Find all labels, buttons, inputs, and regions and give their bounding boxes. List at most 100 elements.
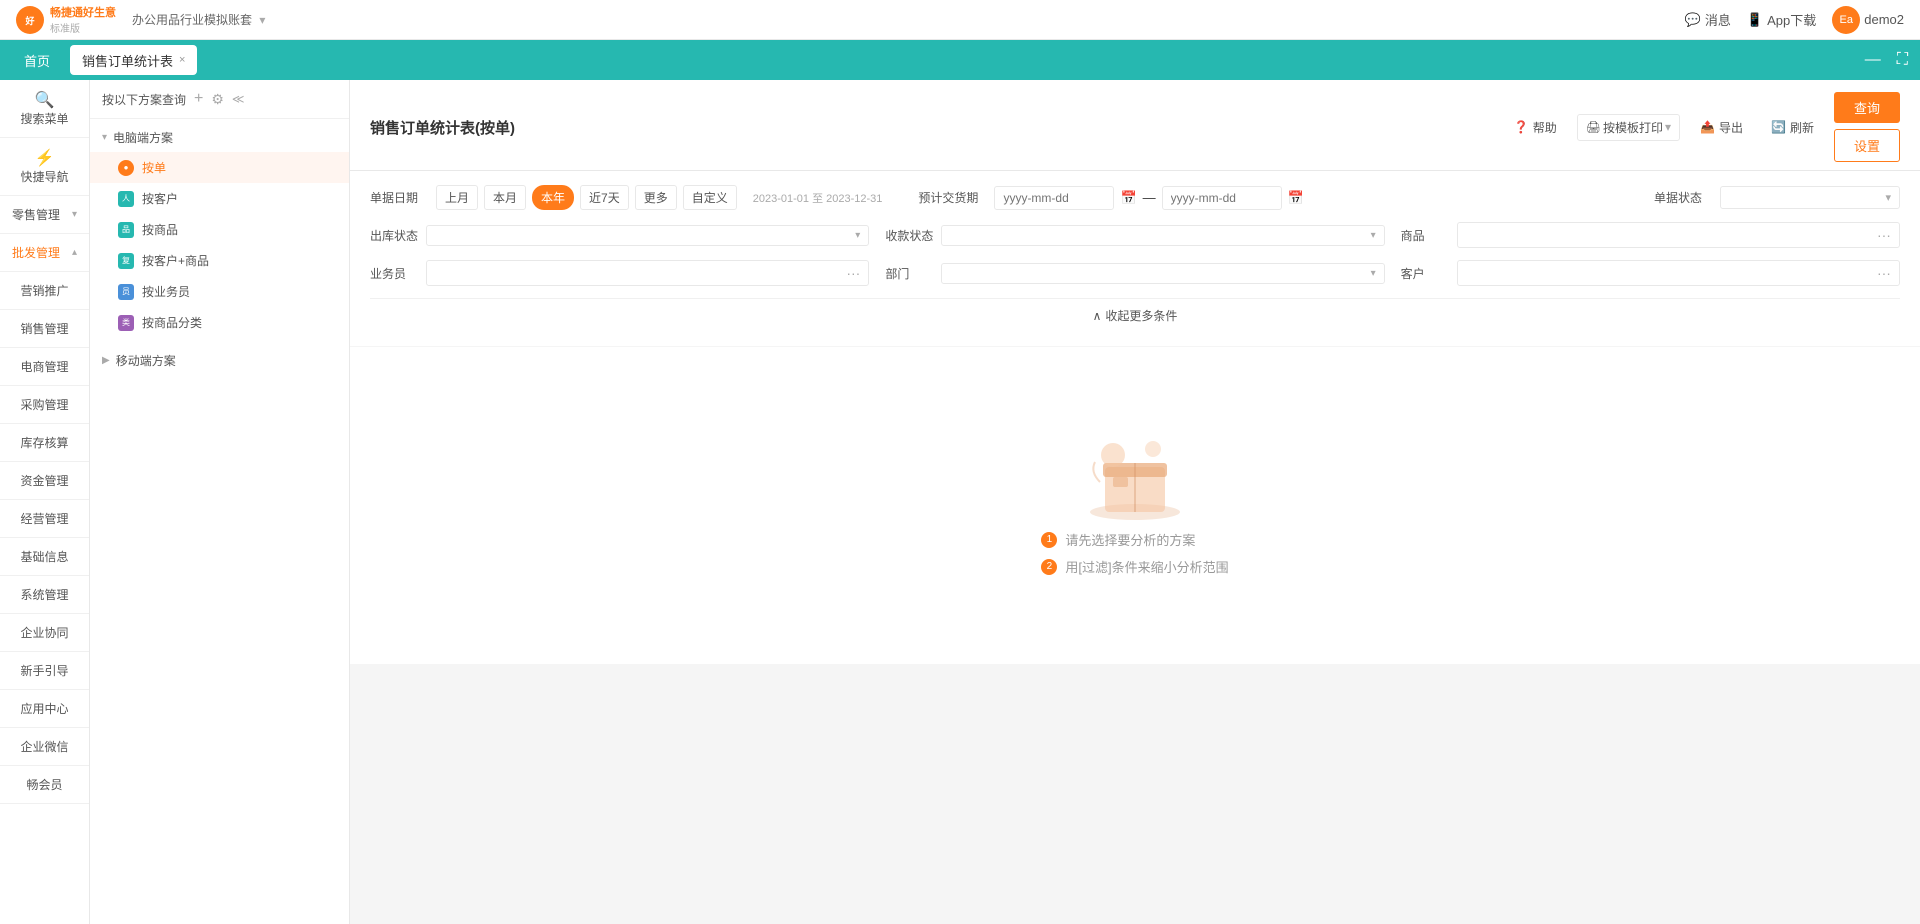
main-layout: 🔍 搜索菜单 ⚡ 快捷导航 零售管理 ▾ 批发管理 ▴ 营销推广 销售管理 电商…: [0, 80, 1920, 924]
app-download-btn[interactable]: 📱 App下载: [1747, 10, 1816, 29]
tab-bar: 首页 销售订单统计表 × — ⛶: [0, 40, 1920, 80]
tab-sales-stats[interactable]: 销售订单统计表 ×: [70, 45, 197, 75]
date-btn-thismonth[interactable]: 本月: [484, 185, 526, 210]
shipment-filter: 出库状态 ▾: [370, 225, 869, 246]
sidebar-item-wholesale[interactable]: 批发管理 ▴: [0, 234, 89, 272]
date-btn-thisyear[interactable]: 本年: [532, 185, 574, 210]
circle-icon: ●: [118, 160, 134, 176]
shipment-select[interactable]: ▾: [426, 225, 869, 246]
print-icon: 🖨: [1586, 120, 1601, 134]
filter-row-people: 业务员 ··· 部门 ▾ 客户: [370, 260, 1900, 286]
help-btn[interactable]: ❓ 帮助: [1506, 115, 1565, 140]
collapse-row[interactable]: ∧ 收起更多条件: [370, 298, 1900, 332]
empty-tips: 1 请先选择要分析的方案 2 用[过滤]条件来缩小分析范围: [1041, 530, 1228, 584]
left-panel-header: 按以下方案查询 + ⚙ ≪: [90, 80, 349, 119]
sidebar-item-marketing[interactable]: 营销推广: [0, 272, 89, 310]
tip-num-2: 2: [1041, 559, 1057, 575]
date-range-display: 2023-01-01 至 2023-12-31: [753, 190, 883, 206]
chevron-down-icon: ▾: [1371, 230, 1376, 241]
sidebar-item-system[interactable]: 系统管理: [0, 576, 89, 614]
filter-section: 单据日期 上月 本月 本年 近7天 更多 自定义 2023-01-01 至 20…: [350, 171, 1920, 346]
status-select[interactable]: ▾: [1720, 186, 1900, 209]
header-right: 💬 消息 📱 App下载 Ea demo2: [1685, 6, 1904, 34]
plan-item-bycustomerproduct[interactable]: 复 按客户+商品: [90, 245, 349, 276]
sidebar-item-newbie[interactable]: 新手引导: [0, 652, 89, 690]
sidebar-item-enterprise[interactable]: 企业协同: [0, 614, 89, 652]
payment-select[interactable]: ▾: [941, 225, 1384, 246]
header-left: 好 畅捷通好生意 标准版 办公用品行业模拟账套 ▾: [16, 4, 265, 35]
chevron-up-icon: ∧: [1093, 309, 1102, 323]
filter-row-status: 出库状态 ▾ 收款状态 ▾ 商品: [370, 222, 1900, 248]
sidebar-item-appcenter[interactable]: 应用中心: [0, 690, 89, 728]
collapse-panel-btn[interactable]: ≪: [232, 92, 245, 106]
shipment-label: 出库状态: [370, 227, 420, 244]
chevron-up-icon: ▴: [72, 247, 77, 258]
export-icon: 📤: [1700, 120, 1715, 134]
export-btn[interactable]: 📤 导出: [1692, 115, 1751, 140]
plan-item-bycategory[interactable]: 类 按商品分类: [90, 307, 349, 338]
customer-filter: 客户 ···: [1401, 260, 1900, 286]
date-label: 单据日期: [370, 189, 420, 206]
svg-text:好: 好: [24, 15, 34, 26]
dept-label: 部门: [885, 265, 935, 282]
sidebar-item-search[interactable]: 🔍 搜索菜单: [0, 80, 89, 138]
sidebar-item-operations[interactable]: 经营管理: [0, 500, 89, 538]
breadcrumb[interactable]: 办公用品行业模拟账套 ▾: [132, 11, 265, 28]
sidebar-item-finance[interactable]: 资金管理: [0, 462, 89, 500]
sidebar-item-purchase[interactable]: 采购管理: [0, 386, 89, 424]
dots-icon: ···: [1877, 265, 1891, 281]
customer-input[interactable]: ···: [1457, 260, 1900, 286]
dept-select[interactable]: ▾: [941, 263, 1384, 284]
add-plan-btn[interactable]: +: [194, 90, 203, 108]
product-label: 商品: [1401, 227, 1451, 244]
sidebar-item-wechat[interactable]: 企业微信: [0, 728, 89, 766]
sidebar-item-basics[interactable]: 基础信息: [0, 538, 89, 576]
salesperson-input[interactable]: ···: [426, 260, 869, 286]
dept-filter: 部门 ▾: [885, 263, 1384, 284]
sidebar-item-sales[interactable]: 销售管理: [0, 310, 89, 348]
date-btn-lastmonth[interactable]: 上月: [436, 185, 478, 210]
sidebar-item-quicknav[interactable]: ⚡ 快捷导航: [0, 138, 89, 196]
sidebar-item-member[interactable]: 畅会员: [0, 766, 89, 804]
plan-item-bycustomer[interactable]: 人 按客户: [90, 183, 349, 214]
dots-icon: ···: [1877, 227, 1891, 243]
sidebar-item-retail[interactable]: 零售管理 ▾: [0, 196, 89, 234]
plan-item-byproduct[interactable]: 品 按商品: [90, 214, 349, 245]
product-input[interactable]: ···: [1457, 222, 1900, 248]
tab-home[interactable]: 首页: [8, 45, 66, 75]
sidebar-item-inventory[interactable]: 库存核算: [0, 424, 89, 462]
chevron-down-icon: ▾: [855, 230, 860, 241]
plan-section-desktop: ▾ 电脑端方案 ● 按单 人 按客户 品 按商品 复 按客户+商品: [90, 119, 349, 342]
logo-icon: 好: [16, 6, 44, 34]
refresh-btn[interactable]: 🔄 刷新: [1763, 115, 1822, 140]
sidebar-item-ecommerce[interactable]: 电商管理: [0, 348, 89, 386]
user-profile[interactable]: Ea demo2: [1832, 6, 1904, 34]
date-btn-more[interactable]: 更多: [635, 185, 677, 210]
template-print-btn[interactable]: 🖨 按模板打印 ▾: [1577, 114, 1680, 141]
date-btn-custom[interactable]: 自定义: [683, 185, 737, 210]
settings-plan-btn[interactable]: ⚙: [211, 91, 224, 108]
search-btn[interactable]: 查询: [1834, 92, 1900, 123]
date-btn-7days[interactable]: 近7天: [580, 185, 629, 210]
plan-item-bysalesperson[interactable]: 员 按业务员: [90, 276, 349, 307]
expected-date-end[interactable]: [1162, 186, 1282, 210]
dropdown-arrow-icon: ▾: [1665, 120, 1671, 134]
plan-category-desktop[interactable]: ▾ 电脑端方案: [90, 123, 349, 152]
empty-state: 1 请先选择要分析的方案 2 用[过滤]条件来缩小分析范围: [350, 347, 1920, 664]
refresh-icon: 🔄: [1771, 120, 1786, 134]
expected-date-start[interactable]: [994, 186, 1114, 210]
plan-item-byorder[interactable]: ● 按单: [90, 152, 349, 183]
tab-minimize-btn[interactable]: —: [1861, 47, 1885, 73]
help-icon: ❓: [1514, 120, 1529, 134]
logo-text: 畅捷通好生意 标准版: [50, 4, 116, 35]
collapse-btn[interactable]: ∧ 收起更多条件: [1093, 307, 1178, 324]
tab-close-icon[interactable]: ×: [179, 54, 185, 66]
settings-filter-btn[interactable]: 设置: [1834, 129, 1900, 162]
avatar: Ea: [1832, 6, 1860, 34]
empty-tip-1: 1 请先选择要分析的方案: [1041, 530, 1228, 549]
tab-bar-controls: — ⛶: [1861, 47, 1912, 73]
tab-maximize-btn[interactable]: ⛶: [1893, 47, 1912, 73]
page-title: 销售订单统计表(按单): [370, 117, 515, 138]
message-btn[interactable]: 💬 消息: [1685, 10, 1731, 29]
plan-category-mobile[interactable]: ▶ 移动端方案: [90, 346, 349, 375]
